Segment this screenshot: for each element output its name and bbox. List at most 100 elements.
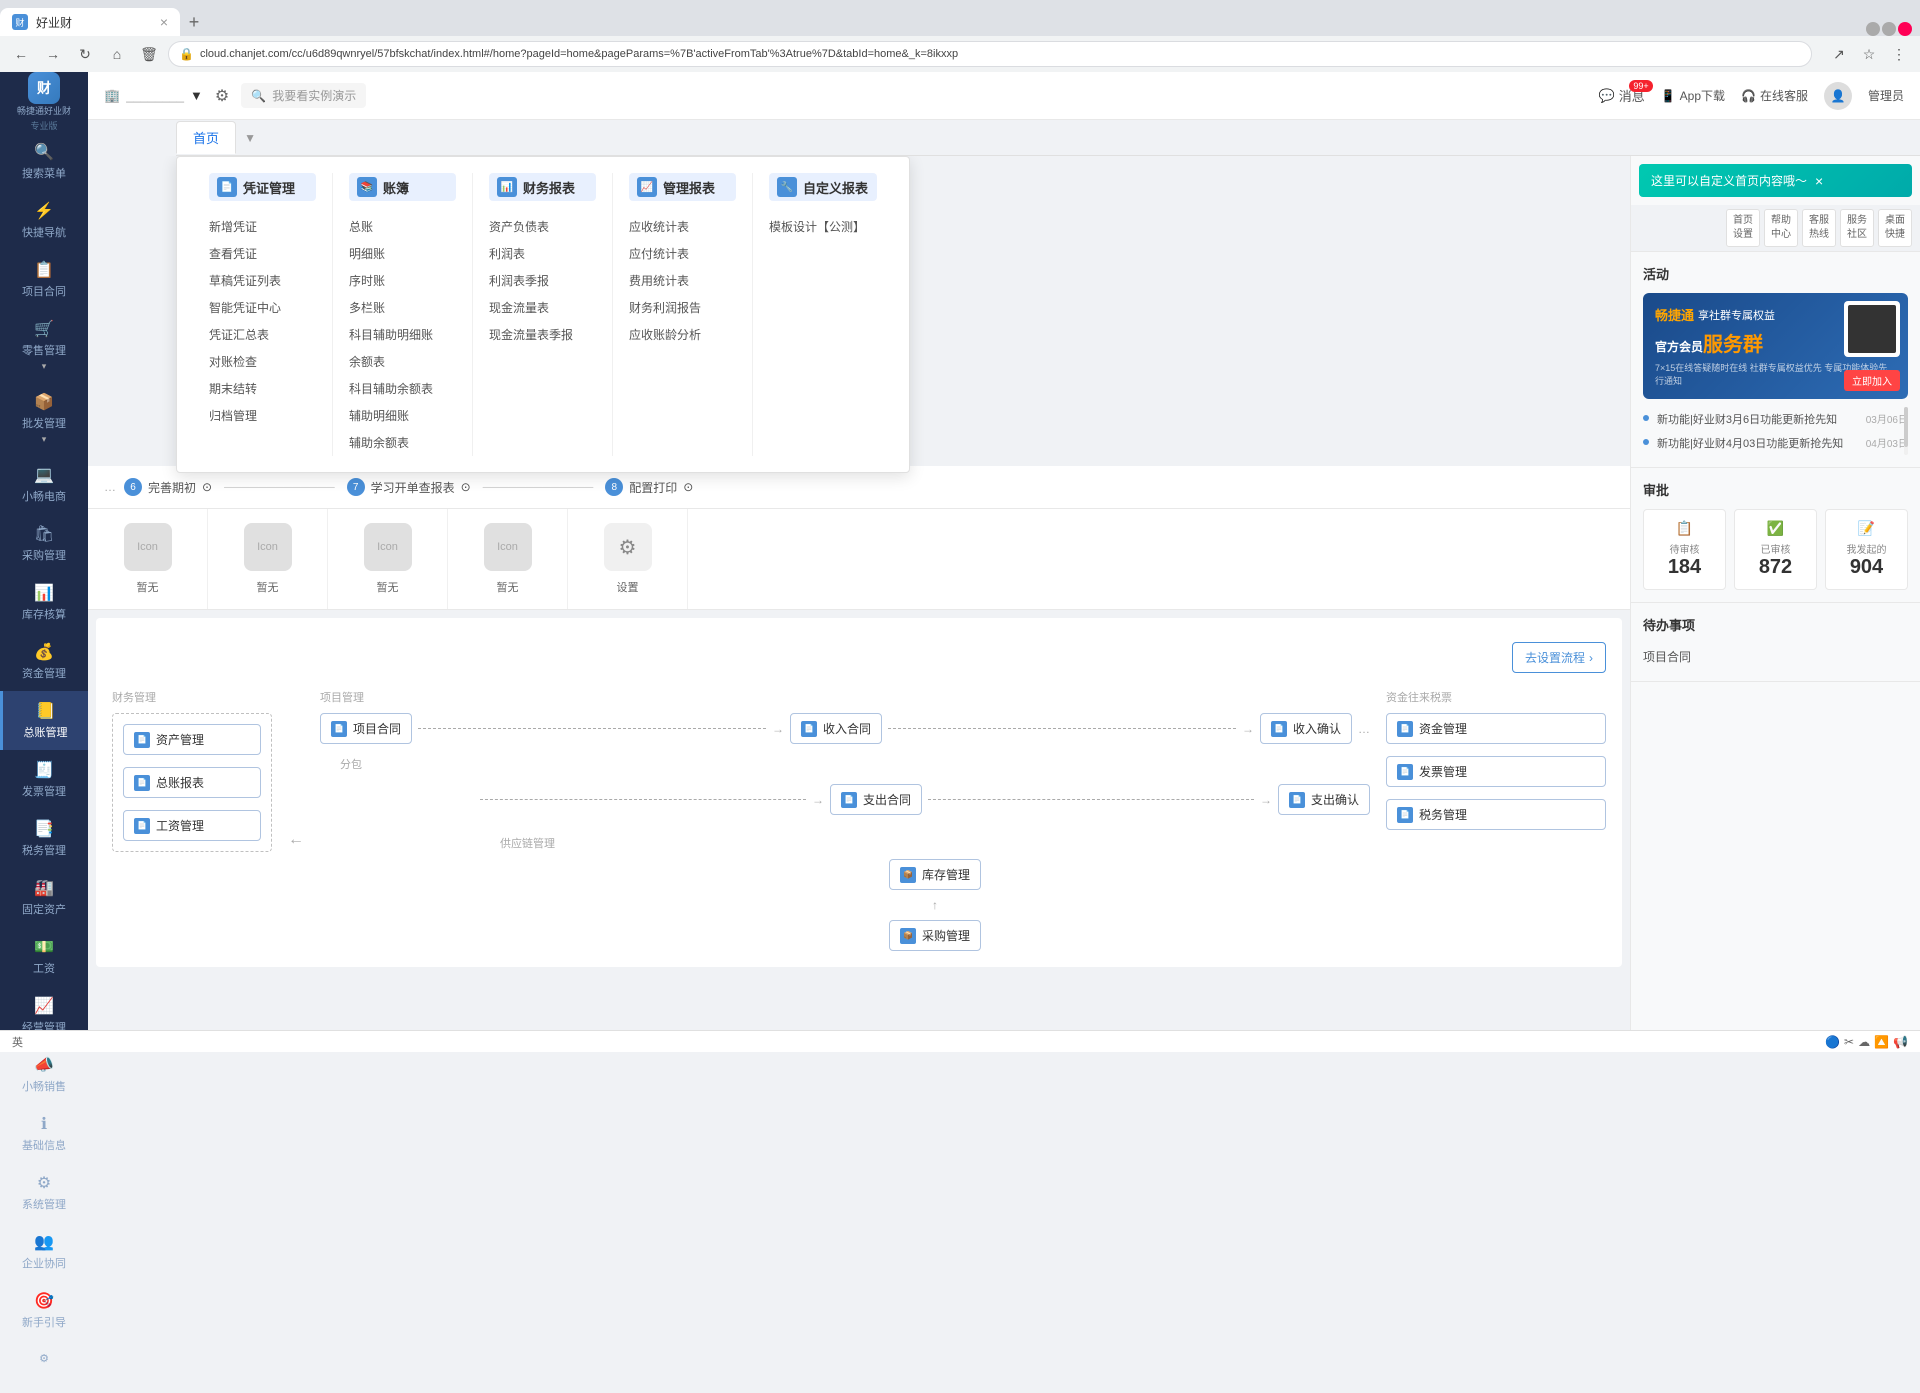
total-ledger-box[interactable]: 📄 总账报表: [123, 767, 261, 798]
capital-mgmt-box[interactable]: 📄 资金管理: [1386, 713, 1606, 744]
invoice-mgmt-box[interactable]: 📄 发票管理: [1386, 756, 1606, 787]
star-button[interactable]: ☆: [1856, 41, 1882, 67]
status-icon-2[interactable]: ✂: [1844, 1035, 1854, 1049]
status-icon-1[interactable]: 🔵: [1825, 1035, 1840, 1049]
finance-income[interactable]: 利润表: [489, 240, 596, 267]
sidebar-item-purchase[interactable]: 🛍 采购管理: [0, 514, 88, 573]
voucher-view[interactable]: 查看凭证: [209, 240, 316, 267]
sidebar-item-project[interactable]: 📋 项目合同: [0, 250, 88, 309]
expense-confirm-box[interactable]: 📄 支出确认: [1278, 784, 1370, 815]
app-download-button[interactable]: 📱 App下载: [1661, 87, 1725, 104]
purchase-box[interactable]: 📦 采购管理: [889, 920, 981, 951]
service-hotline-button[interactable]: 客服热线: [1802, 209, 1836, 247]
status-icon-5[interactable]: 📢: [1893, 1035, 1908, 1049]
minimize-button[interactable]: [1866, 22, 1880, 36]
payroll-box[interactable]: 📄 工资管理: [123, 810, 261, 841]
company-selector[interactable]: 🏢 ________ ▼: [104, 88, 203, 104]
approval-approved-card[interactable]: ✅ 已审核 872: [1734, 509, 1817, 590]
finance-balance-sheet[interactable]: 资产负债表: [489, 213, 596, 240]
sidebar-item-assets[interactable]: 🏭 固定资产: [0, 868, 88, 927]
extension-button[interactable]: ↗: [1826, 41, 1852, 67]
ledger-aux-balance[interactable]: 辅助余额表: [349, 429, 456, 456]
sidebar-item-wholesale[interactable]: 📦 批发管理 ▾: [0, 382, 88, 455]
sidebar-item-system[interactable]: ⚙ 系统管理: [0, 1163, 88, 1222]
revenue-contract-box[interactable]: 📄 收入合同: [790, 713, 882, 744]
finance-income-q[interactable]: 利润表季报: [489, 267, 596, 294]
sidebar-item-retail[interactable]: 🛒 零售管理 ▾: [0, 309, 88, 382]
mgmt-receivable[interactable]: 应收统计表: [629, 213, 736, 240]
back-button[interactable]: ←: [8, 41, 34, 67]
revenue-confirm-box[interactable]: 📄 收入确认: [1260, 713, 1352, 744]
sidebar-item-inventory[interactable]: 📊 库存核算: [0, 573, 88, 632]
desktop-shortcut-button[interactable]: 桌面快捷: [1878, 209, 1912, 247]
ledger-general[interactable]: 总账: [349, 213, 456, 240]
ledger-subject-detail[interactable]: 科目辅助明细账: [349, 321, 456, 348]
voucher-smart[interactable]: 智能凭证中心: [209, 294, 316, 321]
mgmt-aging[interactable]: 应收账龄分析: [629, 321, 736, 348]
icon-cell-3[interactable]: Icon 暂无: [328, 509, 448, 609]
mgmt-expense[interactable]: 费用统计表: [629, 267, 736, 294]
tooltip-close-button[interactable]: ×: [1815, 173, 1823, 189]
voucher-archive[interactable]: 归档管理: [209, 402, 316, 429]
sidebar-item-quick[interactable]: ⚡ 快捷导航: [0, 191, 88, 250]
maximize-button[interactable]: [1882, 22, 1896, 36]
expense-contract-box[interactable]: 📄 支出合同: [830, 784, 922, 815]
address-bar[interactable]: 🔒 cloud.chanjet.com/cc/u6d89qwnryel/57bf…: [168, 41, 1812, 67]
header-search-button[interactable]: 🔍 我要看实例演示: [241, 83, 366, 108]
news-text-2[interactable]: 新功能|好业财4月03日功能更新抢先知: [1657, 435, 1843, 451]
sidebar-item-collab[interactable]: 👥 企业协同: [0, 1222, 88, 1281]
join-button[interactable]: 立即加入: [1844, 370, 1900, 391]
tab-close-button[interactable]: ×: [160, 14, 168, 30]
custom-template[interactable]: 模板设计【公测】: [769, 213, 877, 240]
sidebar-item-guide[interactable]: 🎯 新手引导: [0, 1281, 88, 1340]
sidebar-item-payroll[interactable]: 💵 工资: [0, 927, 88, 986]
home-button[interactable]: ⌂: [104, 41, 130, 67]
tax-mgmt-box[interactable]: 📄 税务管理: [1386, 799, 1606, 830]
help-center-button[interactable]: 帮助中心: [1764, 209, 1798, 247]
icon-cell-1[interactable]: Icon 暂无: [88, 509, 208, 609]
voucher-check[interactable]: 对账检查: [209, 348, 316, 375]
tab-expand-button[interactable]: ▼: [236, 131, 264, 145]
icon-cell-2[interactable]: Icon 暂无: [208, 509, 328, 609]
ledger-multicolumn[interactable]: 多栏账: [349, 294, 456, 321]
project-contract-box[interactable]: 📄 项目合同: [320, 713, 412, 744]
home-setup-button[interactable]: 首页设置: [1726, 209, 1760, 247]
mgmt-payable[interactable]: 应付统计表: [629, 240, 736, 267]
icon-cell-5[interactable]: ⚙ 设置: [568, 509, 688, 609]
ledger-detail[interactable]: 明细账: [349, 240, 456, 267]
sidebar-item-invoice[interactable]: 🧾 发票管理: [0, 750, 88, 809]
go-set-flow-button[interactable]: 去设置流程 ›: [1512, 642, 1606, 673]
active-tab[interactable]: 财 好业财 ×: [0, 8, 180, 36]
pending-item[interactable]: 项目合同: [1643, 644, 1908, 669]
mgmt-profit[interactable]: 财务利润报告: [629, 294, 736, 321]
refresh-button[interactable]: ↻: [72, 41, 98, 67]
forward-button[interactable]: →: [40, 41, 66, 67]
sidebar-item-tax[interactable]: 📑 税务管理: [0, 809, 88, 868]
approval-pending-card[interactable]: 📋 待审核 184: [1643, 509, 1726, 590]
sidebar-item-ledger[interactable]: 📒 总账管理: [0, 691, 88, 750]
sidebar-item-capital[interactable]: 💰 资金管理: [0, 632, 88, 691]
icon-cell-4[interactable]: Icon 暂无: [448, 509, 568, 609]
ledger-sequential[interactable]: 序时账: [349, 267, 456, 294]
inventory-box[interactable]: 📦 库存管理: [889, 859, 981, 890]
approval-initiated-card[interactable]: 📝 我发起的 904: [1825, 509, 1908, 590]
ledger-subject-balance[interactable]: 科目辅助余额表: [349, 375, 456, 402]
ledger-aux-detail[interactable]: 辅助明细账: [349, 402, 456, 429]
header-settings-button[interactable]: ⚙: [215, 86, 229, 106]
tab-home[interactable]: 首页: [176, 121, 236, 154]
online-service-button[interactable]: 🎧 在线客服: [1741, 87, 1808, 104]
user-avatar[interactable]: 👤: [1824, 82, 1852, 110]
tab-add-button[interactable]: +: [180, 8, 208, 36]
delete-button[interactable]: 🗑: [136, 41, 162, 67]
menu-button[interactable]: ⋮: [1886, 41, 1912, 67]
message-button[interactable]: 💬 消息 99+: [1599, 86, 1645, 105]
status-icon-3[interactable]: ☁: [1858, 1035, 1870, 1049]
news-text-1[interactable]: 新功能|好业财3月6日功能更新抢先知: [1657, 411, 1837, 427]
asset-management-box[interactable]: 📄 资产管理: [123, 724, 261, 755]
sidebar-settings-button[interactable]: ⚙: [0, 1340, 88, 1377]
voucher-yearend[interactable]: 期末结转: [209, 375, 316, 402]
voucher-draft[interactable]: 草稿凭证列表: [209, 267, 316, 294]
service-community-button[interactable]: 服务社区: [1840, 209, 1874, 247]
ledger-balance[interactable]: 余额表: [349, 348, 456, 375]
sidebar-item-basic[interactable]: ℹ 基础信息: [0, 1104, 88, 1163]
